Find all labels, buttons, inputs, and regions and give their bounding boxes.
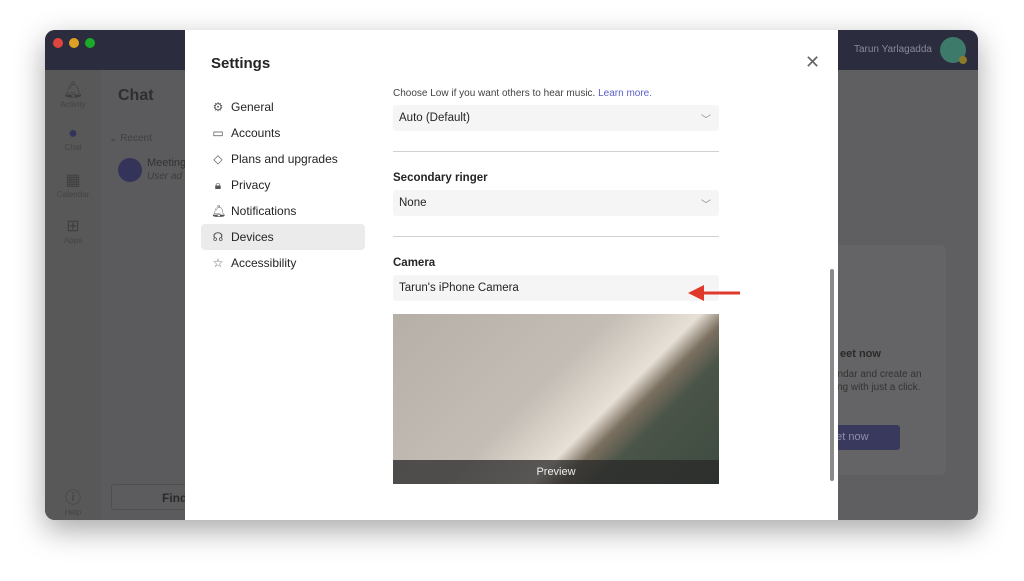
divider — [393, 151, 719, 152]
noise-suppression-select[interactable]: Auto (Default) ﹀ — [393, 105, 719, 131]
nav-label: Devices — [231, 230, 274, 244]
secondary-ringer-select[interactable]: None ﹀ — [393, 190, 719, 216]
nav-label: Notifications — [231, 204, 297, 218]
nav-general[interactable]: ⚙ General — [201, 94, 365, 120]
nav-privacy[interactable]: 🔒︎ Privacy — [201, 172, 365, 198]
chevron-down-icon: ﹀ — [701, 114, 711, 126]
rail-label: Chat — [64, 143, 82, 152]
find-label: Find — [162, 491, 188, 505]
calendar-icon: ▦ — [65, 172, 81, 189]
nav-label: Accessibility — [231, 256, 297, 270]
nav-label: General — [231, 100, 274, 114]
settings-nav: ⚙ General ▭ Accounts ◇ Plans and upgrades 🔒… — [201, 94, 365, 276]
meeting-subtitle: User ad — [147, 171, 183, 182]
settings-title: Settings — [211, 55, 271, 72]
camera-label: Camera — [393, 257, 436, 269]
rail-label: Activity — [60, 100, 86, 109]
find-button[interactable]: Find — [111, 484, 191, 510]
bell-icon: 🔔︎ — [211, 204, 227, 218]
divider — [393, 236, 719, 237]
card-body-2: ting with just a click. — [832, 382, 921, 393]
annotation-arrow-icon — [688, 285, 740, 301]
rail-item-apps[interactable]: ⊞ Apps — [45, 216, 101, 245]
meeting-avatar — [118, 158, 142, 182]
close-icon[interactable]: ✕ — [805, 52, 820, 73]
rail-label: Calendar — [56, 190, 90, 199]
card-body-1: endar and create an — [832, 369, 922, 380]
secondary-ringer-label: Secondary ringer — [393, 172, 488, 184]
camera-select[interactable]: Tarun's iPhone Camera — [393, 275, 719, 301]
preview-label: Preview — [393, 460, 719, 484]
nav-notifications[interactable]: 🔔︎ Notifications — [201, 198, 365, 224]
noise-hint-text: Choose Low if you want others to hear mu… — [393, 88, 596, 99]
help-icon: ⓘ — [64, 490, 81, 507]
user-name: Tarun Yarlagadda — [853, 44, 932, 55]
apps-icon: ⊞ — [66, 218, 80, 235]
gear-icon: ⚙ — [212, 100, 224, 114]
noise-value: Auto (Default) — [399, 112, 470, 124]
rail-item-calendar[interactable]: ▦ Calendar — [45, 170, 101, 199]
nav-label: Privacy — [231, 178, 271, 192]
avatar[interactable] — [940, 37, 967, 64]
nav-accounts[interactable]: ▭ Accounts — [201, 120, 365, 146]
minimize-window-button[interactable] — [69, 38, 79, 48]
scrollbar[interactable] — [830, 269, 834, 481]
rail-label: Apps — [63, 236, 83, 245]
noise-hint: Choose Low if you want others to hear mu… — [393, 88, 719, 99]
settings-dialog: Settings ✕ ⚙ General ▭ Accounts ◇ Plans and… — [185, 30, 838, 520]
rail-label: Help — [64, 508, 82, 517]
chat-title: Chat — [118, 87, 154, 104]
headset-icon: ☊ — [212, 230, 224, 244]
chevron-down-icon: ﹀ — [701, 199, 711, 211]
rail-item-help[interactable]: ⓘ Help — [45, 484, 101, 517]
nav-plans[interactable]: ◇ Plans and upgrades — [201, 146, 365, 172]
bell-icon: 🔔︎ — [62, 82, 84, 99]
rail-item-chat[interactable]: ● Chat — [45, 125, 101, 152]
app-rail: 🔔︎ Activity ● Chat ▦ Calendar ⊞ Apps ⓘ Help — [45, 70, 101, 520]
chat-icon: ● — [68, 125, 78, 142]
recent-section[interactable]: ⌄ Recent — [109, 133, 152, 144]
camera-preview: Preview — [393, 314, 719, 484]
rail-item-activity[interactable]: 🔔︎ Activity — [45, 80, 101, 109]
meeting-title[interactable]: Meeting — [147, 157, 186, 169]
close-window-button[interactable] — [53, 38, 63, 48]
nav-devices[interactable]: ☊ Devices — [201, 224, 365, 250]
card-heading: eet now — [840, 348, 881, 360]
nav-accessibility[interactable]: ☆ Accessibility — [201, 250, 365, 276]
id-card-icon: ▭ — [212, 126, 224, 140]
recent-label: Recent — [120, 133, 152, 144]
camera-value: Tarun's iPhone Camera — [399, 282, 519, 294]
devices-panel: Choose Low if you want others to hear mu… — [393, 88, 719, 484]
accessibility-icon: ☆ — [212, 256, 224, 270]
nav-label: Plans and upgrades — [231, 152, 338, 166]
nav-label: Accounts — [231, 126, 281, 140]
chat-list: Chat ⌄ Recent Meeting User ad Find — [101, 70, 191, 520]
zoom-window-button[interactable] — [85, 38, 95, 48]
diamond-icon: ◇ — [213, 152, 223, 166]
learn-more-link[interactable]: Learn more. — [598, 88, 652, 99]
secondary-ringer-value: None — [399, 197, 427, 209]
lock-icon: 🔒︎ — [214, 177, 222, 192]
